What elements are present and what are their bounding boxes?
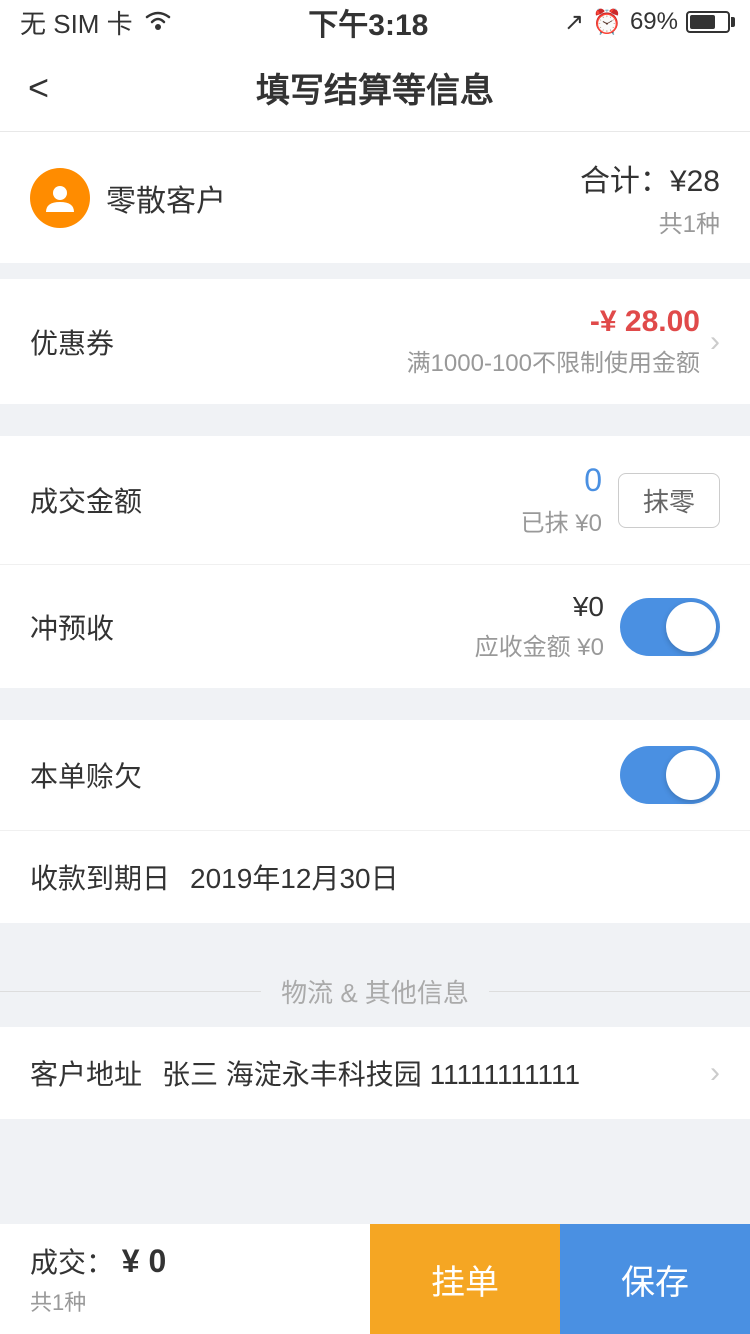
credit-toggle-knob <box>666 750 716 800</box>
transaction-value-group: 0 已抹 ¥0 <box>521 462 602 538</box>
coupon-values: -¥ 28.00 满1000-100不限制使用金额 <box>407 305 700 378</box>
back-button[interactable]: < <box>28 67 49 109</box>
section-divider-2 <box>0 704 750 720</box>
prepayment-sub: 应收金额 ¥0 <box>475 627 604 662</box>
bottom-bar: 成交： ¥ 0 共1种 挂单 保存 <box>0 1224 750 1334</box>
transaction-row: 成交金额 0 已抹 ¥0 抹零 <box>0 436 750 565</box>
save-button[interactable]: 保存 <box>560 1224 750 1334</box>
page-title: 填写结算等信息 <box>256 63 494 112</box>
address-row[interactable]: 客户地址 张三 海淀永丰科技园 11111111111 › <box>0 1027 750 1119</box>
prepayment-toggle[interactable] <box>620 598 720 656</box>
toggle-knob <box>666 602 716 652</box>
total-count: 共1种 <box>580 204 720 239</box>
credit-row: 本单赊欠 <box>0 720 750 831</box>
battery-percent: 69% <box>630 8 678 36</box>
coupon-row[interactable]: 优惠券 -¥ 28.00 满1000-100不限制使用金额 › <box>0 279 750 404</box>
avatar <box>30 168 90 228</box>
bottom-deal-row: 成交： ¥ 0 <box>30 1241 340 1281</box>
address-section: 客户地址 张三 海淀永丰科技园 11111111111 › <box>0 1027 750 1119</box>
address-value: 张三 海淀永丰科技园 11111111111 <box>162 1053 710 1093</box>
address-label: 客户地址 <box>30 1053 142 1093</box>
customer-row: 零散客户 合计：¥28 共1种 <box>0 132 750 263</box>
prepayment-row: 冲预收 ¥0 应收金额 ¥0 <box>0 565 750 688</box>
customer-total: 合计：¥28 共1种 <box>580 156 720 239</box>
logistics-separator: 物流 & 其他信息 <box>0 955 750 1027</box>
bottom-deal-amount: ¥ 0 <box>122 1243 166 1279</box>
section-divider-1 <box>0 420 750 436</box>
credit-section: 本单赊欠 收款到期日 2019年12月30日 <box>0 720 750 923</box>
moling-button[interactable]: 抹零 <box>618 473 720 528</box>
status-time: 下午3:18 <box>308 0 428 44</box>
main-content: 零散客户 合计：¥28 共1种 优惠券 -¥ 28.00 满1000-100不限… <box>0 132 750 1271</box>
prepayment-value: ¥0 <box>475 591 604 623</box>
pending-button[interactable]: 挂单 <box>370 1224 560 1334</box>
credit-label: 本单赊欠 <box>30 755 142 795</box>
coupon-section: 优惠券 -¥ 28.00 满1000-100不限制使用金额 › <box>0 279 750 404</box>
due-date-label: 收款到期日 <box>30 857 170 897</box>
section-divider-4 <box>0 1135 750 1151</box>
total-amount: 合计：¥28 <box>580 156 720 200</box>
coupon-discount: -¥ 28.00 <box>407 305 700 339</box>
credit-toggle[interactable] <box>620 746 720 804</box>
wifi-icon <box>143 7 173 38</box>
transaction-section: 成交金额 0 已抹 ¥0 抹零 冲预收 ¥0 应收金额 ¥0 <box>0 436 750 688</box>
due-date-value: 2019年12月30日 <box>190 857 399 897</box>
status-right: ↗ ⏰ 69% <box>564 8 730 37</box>
customer-info: 零散客户 <box>30 168 226 228</box>
battery-icon <box>686 11 730 33</box>
prepayment-right: ¥0 应收金额 ¥0 <box>475 591 720 662</box>
coupon-label: 优惠券 <box>30 322 114 362</box>
section-divider-3 <box>0 939 750 955</box>
status-bar: 无 SIM 卡 下午3:18 ↗ ⏰ 69% <box>0 0 750 44</box>
bottom-info: 成交： ¥ 0 共1种 <box>0 1241 370 1317</box>
transaction-sub: 已抹 ¥0 <box>521 503 602 538</box>
status-left: 无 SIM 卡 <box>20 4 173 41</box>
coupon-desc: 满1000-100不限制使用金额 <box>407 343 700 378</box>
transaction-right: 0 已抹 ¥0 抹零 <box>521 462 720 538</box>
location-icon: ↗ <box>564 8 584 37</box>
prepayment-label: 冲预收 <box>30 607 114 647</box>
logistics-label: 物流 & 其他信息 <box>261 973 489 1010</box>
nav-bar: < 填写结算等信息 <box>0 44 750 132</box>
carrier-text: 无 SIM 卡 <box>20 4 133 41</box>
bottom-deal-label: 成交： <box>30 1247 114 1278</box>
address-chevron-icon: › <box>710 1056 720 1090</box>
bottom-count: 共1种 <box>30 1285 340 1317</box>
customer-section: 零散客户 合计：¥28 共1种 <box>0 132 750 263</box>
prepayment-value-group: ¥0 应收金额 ¥0 <box>475 591 604 662</box>
transaction-label: 成交金额 <box>30 480 142 520</box>
transaction-value: 0 <box>521 462 602 499</box>
chevron-right-icon: › <box>710 325 720 359</box>
due-date-row: 收款到期日 2019年12月30日 <box>0 831 750 923</box>
alarm-icon: ⏰ <box>592 8 622 37</box>
coupon-right: -¥ 28.00 满1000-100不限制使用金额 › <box>407 305 720 378</box>
customer-name: 零散客户 <box>106 176 226 220</box>
